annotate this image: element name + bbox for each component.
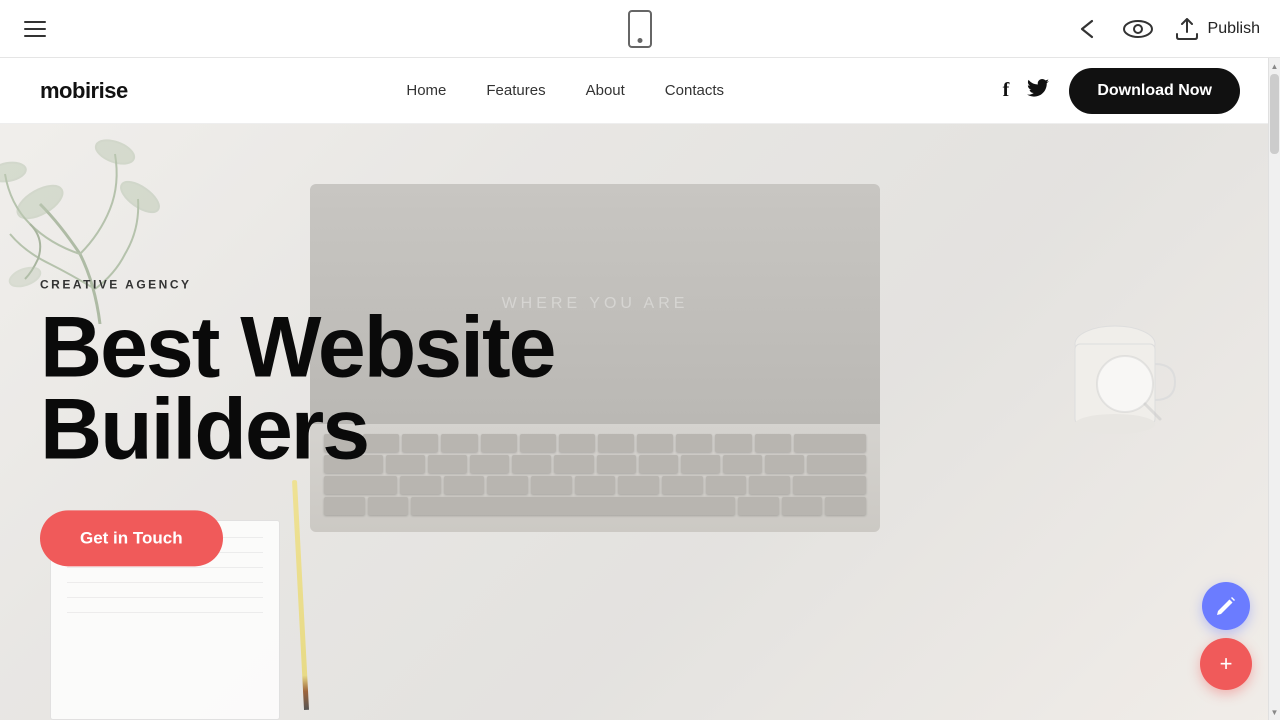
hero-tag: CREATIVE AGENCY <box>40 277 554 291</box>
hero-title: Best Website Builders <box>40 307 554 470</box>
scroll-up-arrow[interactable]: ▲ <box>1269 58 1280 74</box>
toolbar-right: Publish <box>1074 15 1260 43</box>
back-icon[interactable] <box>1074 15 1102 43</box>
scroll-down-arrow[interactable]: ▼ <box>1269 704 1280 720</box>
hamburger-menu-icon[interactable] <box>20 17 50 41</box>
scrollbar-thumb[interactable] <box>1270 74 1279 154</box>
add-fab-button[interactable]: + <box>1200 638 1252 690</box>
nav-contacts[interactable]: Contacts <box>665 82 724 99</box>
edit-fab-button[interactable] <box>1202 582 1250 630</box>
plus-icon: + <box>1220 653 1233 675</box>
hero-section: WHERE YOU ARE <box>0 124 1280 720</box>
site-logo: mobirise <box>40 78 128 104</box>
nav-about[interactable]: About <box>586 82 625 99</box>
site-nav: Home Features About Contacts <box>406 82 724 99</box>
toolbar-left <box>20 17 50 41</box>
hero-content: CREATIVE AGENCY Best Website Builders Ge… <box>40 277 554 566</box>
publish-label: Publish <box>1208 20 1260 38</box>
publish-button[interactable]: Publish <box>1174 18 1260 40</box>
facebook-icon[interactable]: f <box>1003 79 1010 102</box>
nav-home[interactable]: Home <box>406 82 446 99</box>
get-in-touch-button[interactable]: Get in Touch <box>40 511 223 567</box>
coffee-cup-decoration <box>1060 324 1180 464</box>
toolbar: Publish <box>0 0 1280 58</box>
scrollbar[interactable]: ▲ ▼ <box>1268 58 1280 720</box>
social-icons: f <box>1003 79 1050 102</box>
header-right: f Download Now <box>1003 68 1240 114</box>
nav-features[interactable]: Features <box>486 82 545 99</box>
download-now-button[interactable]: Download Now <box>1069 68 1240 114</box>
twitter-icon[interactable] <box>1027 79 1049 102</box>
mobile-preview-icon[interactable] <box>628 10 652 48</box>
site-header: mobirise Home Features About Contacts f … <box>0 58 1280 124</box>
hero-title-line2: Builders <box>40 381 368 477</box>
preview-eye-icon[interactable] <box>1122 17 1154 41</box>
toolbar-center <box>628 10 652 48</box>
